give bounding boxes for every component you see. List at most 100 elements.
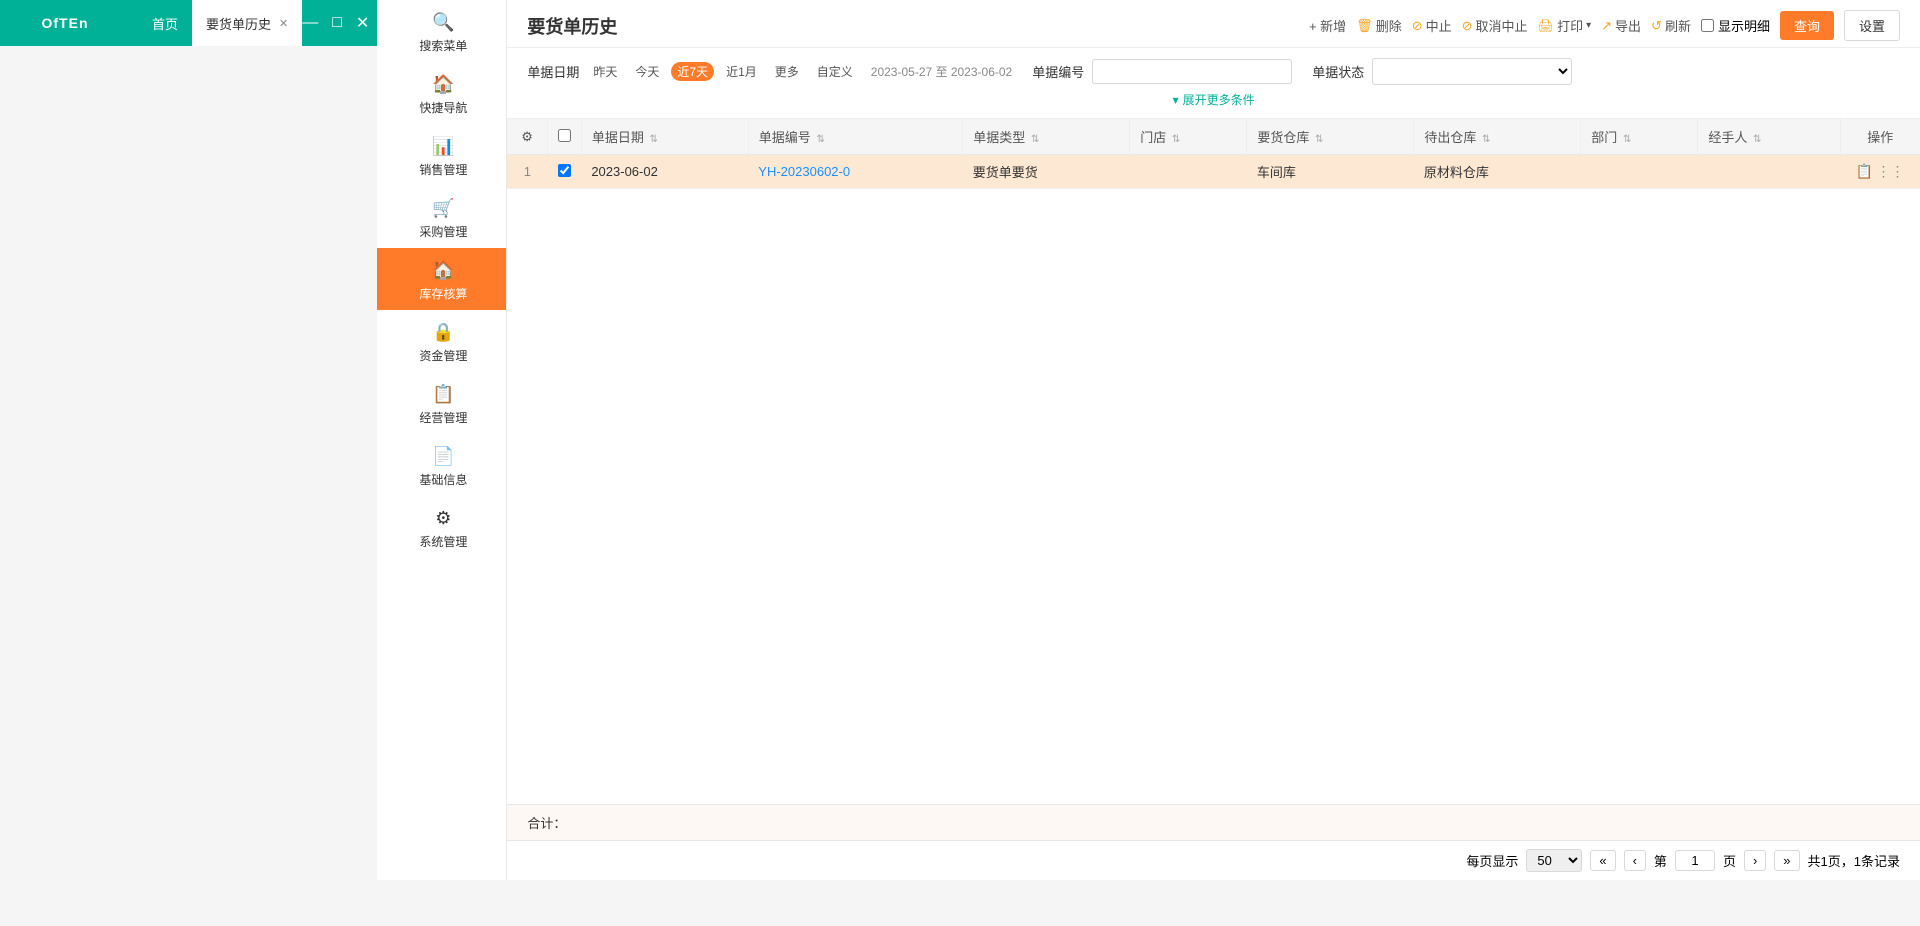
delete-btn[interactable]: 🗑 删除 [1356,16,1402,35]
main-table: ⚙ 单据日期 ⇅ 单据编号 ⇅ [507,119,1920,189]
table-row[interactable]: 1 2023-06-02 YH-20230602-0 要货单要货 车间库 原材料… [507,155,1920,189]
row-checkbox[interactable] [558,164,571,177]
th-bill-type[interactable]: 单据类型 ⇅ [963,119,1130,155]
row-req-warehouse: 车间库 [1247,155,1414,189]
date-more[interactable]: 更多 [769,62,805,81]
row-bill-no[interactable]: YH-20230602-0 [748,155,963,189]
refresh-btn[interactable]: ↺ 刷新 [1651,16,1691,35]
brand-label: OfTEn [42,15,89,31]
th-handler[interactable]: 经手人 ⇅ [1698,119,1840,155]
sidebar-item-label: 经营管理 [419,409,467,426]
date-7days[interactable]: 近7天 [671,62,714,81]
tab-requisition-history[interactable]: 要货单历史 ✕ [192,0,302,46]
row-date: 2023-06-02 [581,155,748,189]
sidebar-item-operation[interactable]: 📋 经营管理 [377,372,506,434]
row-edit-icon[interactable]: 📋 [1855,163,1872,179]
date-filter: 单据日期 昨天 今天 近7天 近1月 更多 自定义 2023-05-27 至 2… [527,62,1012,81]
th-bill-no[interactable]: 单据编号 ⇅ [748,119,963,155]
date-custom[interactable]: 自定义 [811,62,859,81]
th-checkbox[interactable] [547,119,581,155]
th-pending-warehouse[interactable]: 待出仓库 ⇅ [1414,119,1581,155]
per-page-select[interactable]: 50 20 100 200 [1526,849,1582,872]
sidebar-item-purchase[interactable]: 🛒 采购管理 [377,186,506,248]
table-body: 1 2023-06-02 YH-20230602-0 要货单要货 车间库 原材料… [507,155,1920,189]
window-maximize-btn[interactable]: □ [332,14,342,32]
row-bill-type: 要货单要货 [963,155,1130,189]
date-1month[interactable]: 近1月 [720,62,763,81]
lock-icon: 🔒 [432,322,454,343]
bill-no-input[interactable] [1092,59,1292,84]
print-dropdown-icon: ▾ [1586,20,1591,31]
sidebar-item-label: 基础信息 [419,471,467,488]
sidebar-item-search[interactable]: 🔍 搜索菜单 [377,0,506,62]
doc-icon: 📄 [432,446,454,467]
settings-icon: ⚙ [521,129,533,144]
sidebar-item-label: 采购管理 [419,223,467,240]
gear-icon: ⚙ [435,508,451,529]
next-page-btn[interactable]: › [1744,850,1766,871]
sidebar-item-quicknav[interactable]: 🏠 快捷导航 [377,62,506,124]
date-range-display: 2023-05-27 至 2023-06-02 [871,63,1012,80]
th-ops: 操作 [1840,119,1920,155]
status-select[interactable] [1372,58,1572,85]
last-page-btn[interactable]: » [1774,850,1799,871]
settings-btn[interactable]: 设置 [1844,10,1900,41]
select-all-checkbox[interactable] [558,129,571,142]
sidebar-item-inventory[interactable]: 🏠 库存核算 [377,248,506,310]
chart-icon: 📊 [432,136,454,157]
stop-btn[interactable]: ⊘ 中止 [1412,16,1452,35]
show-detail-input[interactable] [1701,19,1714,32]
query-btn[interactable]: 查询 [1780,11,1834,40]
sidebar-item-label: 资金管理 [419,347,467,364]
status-label: 单据状态 [1312,62,1364,81]
show-detail-checkbox[interactable]: 显示明细 [1701,16,1770,35]
page-label: 第 [1654,851,1667,870]
per-page-label: 每页显示 [1466,851,1518,870]
total-info: 共1页，1条记录 [1808,851,1900,870]
house-icon: 🏠 [432,260,454,281]
sidebar-item-label: 系统管理 [419,533,467,550]
tab-close-icon[interactable]: ✕ [279,17,288,30]
row-more-icon[interactable]: ⋮⋮ [1877,163,1905,179]
sidebar: 🔍 搜索菜单 🏠 快捷导航 📊 销售管理 🛒 采购管理 🏠 库存核算 🔒 资金管… [377,0,507,880]
first-page-btn[interactable]: « [1590,850,1615,871]
export-btn[interactable]: ↗ 导出 [1601,16,1641,35]
row-handler [1698,155,1840,189]
expand-more-btn[interactable]: ▾ 展开更多条件 [527,91,1900,108]
content-area: ⚙ 单据日期 ⇅ 单据编号 ⇅ [507,119,1920,840]
sidebar-item-label: 销售管理 [419,161,467,178]
page-number-input[interactable] [1675,850,1715,871]
row-checkbox-cell[interactable] [547,155,581,189]
date-shortcuts: 昨天 今天 近7天 近1月 更多 自定义 [587,62,858,81]
th-store[interactable]: 门店 ⇅ [1130,119,1247,155]
prev-page-btn[interactable]: ‹ [1624,850,1646,871]
th-department[interactable]: 部门 ⇅ [1581,119,1698,155]
row-num: 1 [507,155,547,189]
th-settings[interactable]: ⚙ [507,119,547,155]
filter-area: 单据日期 昨天 今天 近7天 近1月 更多 自定义 2023-05-27 至 2… [507,48,1920,119]
tab-home[interactable]: 首页 [138,0,192,46]
date-today[interactable]: 今天 [629,62,665,81]
row-ops: 📋 ⋮⋮ [1840,155,1920,189]
sidebar-item-sales[interactable]: 📊 销售管理 [377,124,506,186]
chevron-down-icon: ▾ [1173,93,1179,107]
pagination-bar: 每页显示 50 20 100 200 « ‹ 第 页 › » 共1页，1条记录 [507,840,1920,880]
window-close-btn[interactable]: ✕ [356,13,369,33]
summary-row: 合计： [507,804,1920,840]
th-date[interactable]: 单据日期 ⇅ [581,119,748,155]
cancel-stop-btn[interactable]: ⊘ 取消中止 [1462,16,1528,35]
topbar-right: — □ ✕ [302,13,369,33]
search-icon: 🔍 [432,12,454,33]
status-filter: 单据状态 [1312,58,1572,85]
table-area: ⚙ 单据日期 ⇅ 单据编号 ⇅ [507,119,1920,804]
brand-logo: OfTEn [0,0,130,46]
new-btn[interactable]: + 新增 [1309,16,1346,35]
sidebar-item-label: 快捷导航 [419,99,467,116]
window-minimize-btn[interactable]: — [302,14,318,32]
sidebar-item-basic[interactable]: 📄 基础信息 [377,434,506,496]
sidebar-item-system[interactable]: ⚙ 系统管理 [377,496,506,558]
print-btn[interactable]: 🖨 打印 ▾ [1538,16,1592,35]
th-req-warehouse[interactable]: 要货仓库 ⇅ [1247,119,1414,155]
sidebar-item-finance[interactable]: 🔒 资金管理 [377,310,506,372]
date-yesterday[interactable]: 昨天 [587,62,623,81]
